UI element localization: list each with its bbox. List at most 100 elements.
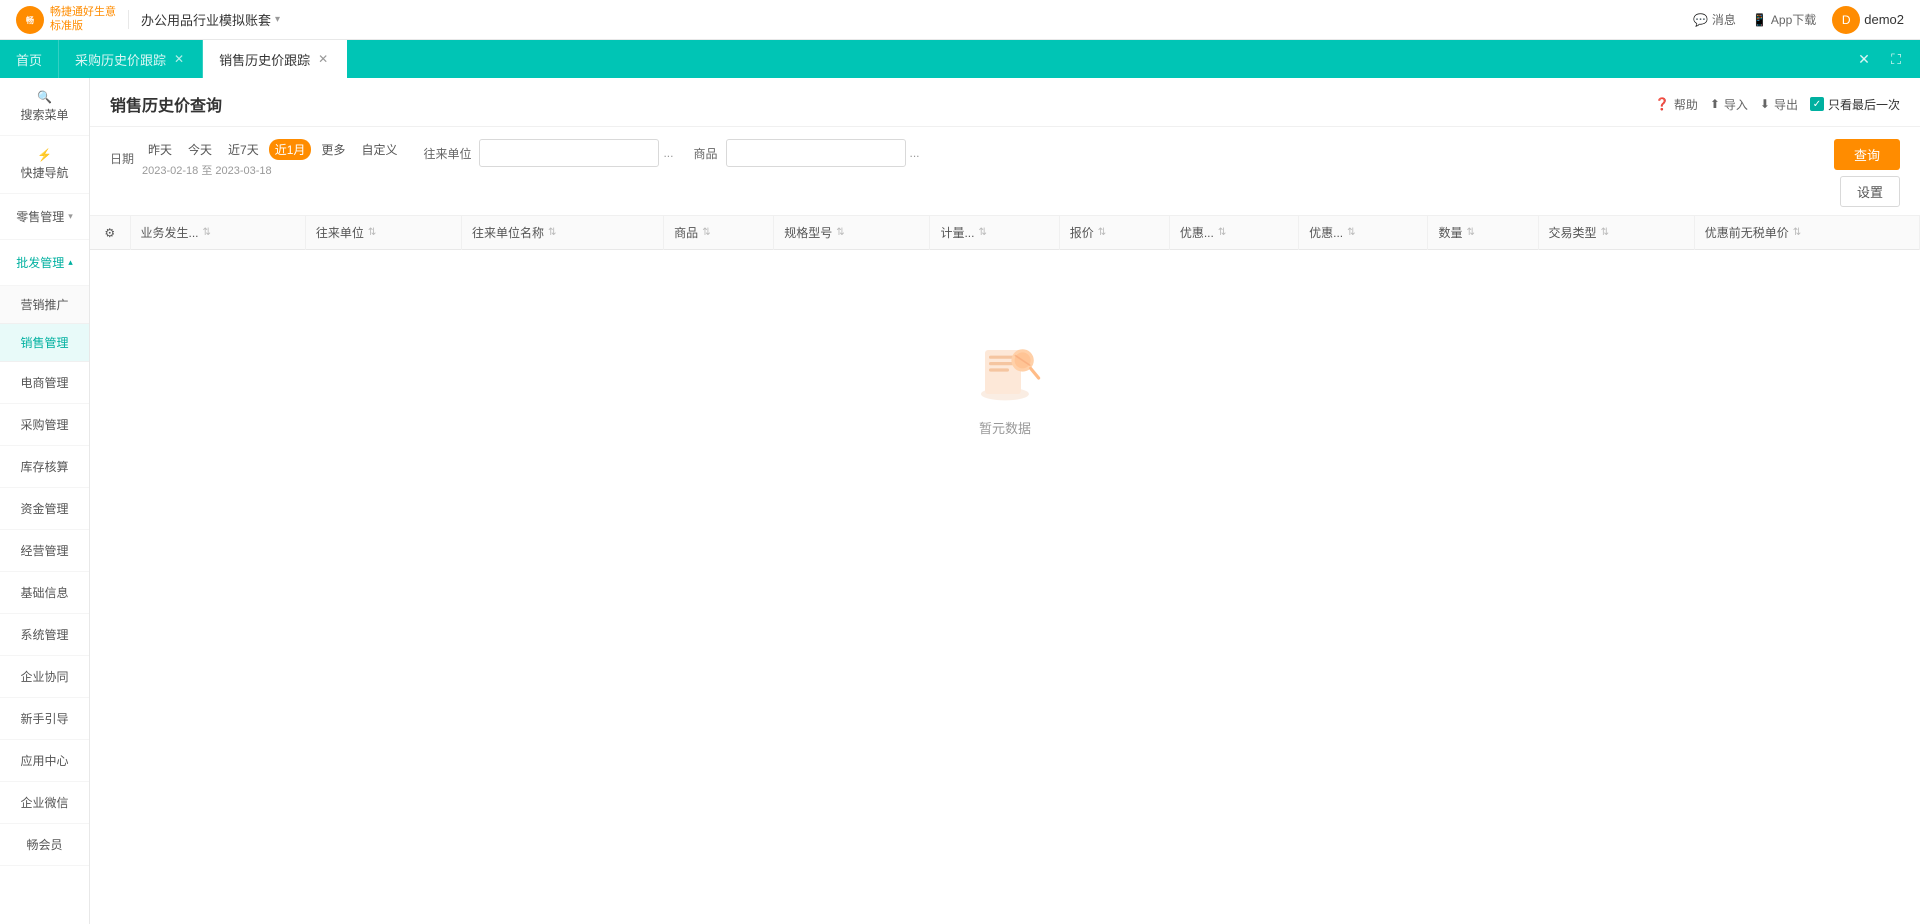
sidebar-item-basic-info[interactable]: 基础信息 (0, 572, 89, 614)
col-pretax-price[interactable]: 优惠前无税单价 ⇅ (1694, 216, 1919, 250)
sidebar-item-purchase[interactable]: 采购管理 (0, 404, 89, 446)
col-biz-date[interactable]: 业务发生... ⇅ (130, 216, 305, 250)
svg-text:畅: 畅 (26, 15, 34, 25)
date-btn-1month[interactable]: 近1月 (269, 139, 312, 160)
date-btn-7days[interactable]: 近7天 (222, 139, 265, 160)
message-btn[interactable]: 💬 消息 (1693, 11, 1736, 28)
sidebar-item-wechat[interactable]: 企业微信 (0, 782, 89, 824)
sidebar-item-operations[interactable]: 经营管理 (0, 530, 89, 572)
col-discount1[interactable]: 优惠... ⇅ (1169, 216, 1298, 250)
col-partner-id-label: 往来单位 (316, 224, 364, 241)
sidebar-item-guide[interactable]: 新手引导 (0, 698, 89, 740)
only-last-checkbox[interactable]: ✓ 只看最后一次 (1810, 96, 1900, 113)
import-icon: ⬆ (1710, 97, 1720, 111)
sidebar-item-sales-mgmt[interactable]: 销售管理 (0, 324, 89, 362)
page-title: 销售历史价查询 (110, 92, 222, 116)
date-btn-yesterday[interactable]: 昨天 (142, 139, 178, 160)
col-trade-type[interactable]: 交易类型 ⇅ (1538, 216, 1694, 250)
import-btn[interactable]: ⬆ 导入 (1710, 96, 1748, 113)
sidebar-item-vip[interactable]: 畅会员 (0, 824, 89, 866)
logo-text: 畅捷通好生意 标准版 (50, 6, 116, 32)
tab-sales-close-icon[interactable]: ✕ (316, 52, 330, 66)
col-quote[interactable]: 报价 ⇅ (1059, 216, 1169, 250)
tab-home[interactable]: 首页 (0, 40, 59, 78)
sidebar-item-marketing[interactable]: 营销推广 (0, 286, 89, 324)
sidebar-vip-label: 畅会员 (26, 836, 62, 853)
date-filter-group: 日期 昨天 今天 近7天 近1月 更多 自定义 2023-02-18 至 202… (110, 139, 403, 178)
app-download-btn[interactable]: 📱 App下载 (1752, 11, 1816, 28)
help-btn[interactable]: ❓ 帮助 (1655, 96, 1698, 113)
close-all-tabs-btn[interactable]: ✕ (1852, 47, 1876, 71)
app-dropdown-icon: ▾ (275, 14, 280, 25)
date-btn-custom[interactable]: 自定义 (355, 139, 403, 160)
sidebar-item-wholesale-mgmt[interactable]: 批发管理 ▴ (0, 240, 89, 286)
page-actions: ❓ 帮助 ⬆ 导入 ⬇ 导出 ✓ 只看最后一次 (1655, 96, 1900, 113)
query-button[interactable]: 查询 (1834, 139, 1900, 170)
product-label: 商品 (693, 145, 717, 162)
date-buttons: 昨天 今天 近7天 近1月 更多 自定义 (142, 139, 403, 160)
sidebar-item-ecommerce[interactable]: 电商管理 (0, 362, 89, 404)
maximize-btn[interactable]: ⛶ (1884, 47, 1908, 71)
sidebar-item-finance[interactable]: 资金管理 (0, 488, 89, 530)
tab-sales-label: 销售历史价跟踪 (219, 50, 310, 69)
product-dots-icon[interactable]: ... (910, 146, 920, 160)
user-area[interactable]: D demo2 (1832, 6, 1904, 34)
sidebar-app-center-label: 应用中心 (20, 752, 68, 769)
col-trade-type-label: 交易类型 (1549, 224, 1597, 241)
col-unit[interactable]: 计量... ⇅ (930, 216, 1059, 250)
sidebar-item-search-menu[interactable]: 🔍 搜索菜单 (0, 78, 89, 136)
sort-quantity-icon: ⇅ (1466, 227, 1474, 238)
sort-unit-icon: ⇅ (978, 227, 986, 238)
wholesale-chevron-icon: ▴ (68, 257, 73, 268)
col-quantity[interactable]: 数量 ⇅ (1428, 216, 1538, 250)
data-table: ⚙ 业务发生... ⇅ 往来单位 (90, 216, 1920, 250)
col-product[interactable]: 商品 ⇅ (664, 216, 774, 250)
app-name-area[interactable]: 办公用品行业模拟账套 ▾ (128, 10, 280, 29)
export-btn[interactable]: ⬇ 导出 (1760, 96, 1798, 113)
col-quote-label: 报价 (1070, 224, 1094, 241)
col-discount1-label: 优惠... (1180, 224, 1214, 241)
checkbox-checked-icon: ✓ (1810, 97, 1824, 111)
sidebar: 🔍 搜索菜单 ⚡ 快捷导航 零售管理 ▾ 批发管理 ▴ 营销推广 销售管理 电商… (0, 78, 90, 924)
sidebar-operations-label: 经营管理 (20, 542, 68, 559)
settings-button[interactable]: 设置 (1840, 176, 1900, 207)
sidebar-item-inventory[interactable]: 库存核算 (0, 446, 89, 488)
top-header: 畅 畅捷通好生意 标准版 办公用品行业模拟账套 ▾ 💬 消息 📱 App下载 D… (0, 0, 1920, 40)
partner-label: 往来单位 (423, 145, 471, 162)
col-settings[interactable]: ⚙ (90, 216, 130, 250)
date-btn-today[interactable]: 今天 (182, 139, 218, 160)
col-partner-id[interactable]: 往来单位 ⇅ (305, 216, 461, 250)
tab-sales-history[interactable]: 销售历史价跟踪 ✕ (203, 40, 347, 78)
col-biz-date-label: 业务发生... (141, 224, 199, 241)
sidebar-guide-label: 新手引导 (20, 710, 68, 727)
date-btn-more[interactable]: 更多 (315, 139, 351, 160)
sort-product-icon: ⇅ (702, 227, 710, 238)
header-left: 畅 畅捷通好生意 标准版 办公用品行业模拟账套 ▾ (16, 6, 280, 34)
col-discount2[interactable]: 优惠... ⇅ (1299, 216, 1428, 250)
sidebar-item-quick-nav[interactable]: ⚡ 快捷导航 (0, 136, 89, 194)
sidebar-item-retail-mgmt[interactable]: 零售管理 ▾ (0, 194, 89, 240)
filter-actions: 查询 设置 (1834, 139, 1900, 207)
partner-input[interactable] (479, 139, 659, 167)
retail-chevron-icon: ▾ (68, 211, 73, 222)
col-spec[interactable]: 规格型号 ⇅ (774, 216, 930, 250)
sidebar-item-app-center[interactable]: 应用中心 (0, 740, 89, 782)
empty-state: 暂元数据 (90, 250, 1920, 517)
col-unit-label: 计量... (940, 224, 974, 241)
tab-purchase-close-icon[interactable]: ✕ (172, 52, 186, 66)
sidebar-enterprise-label: 企业协同 (20, 668, 68, 685)
sidebar-item-system[interactable]: 系统管理 (0, 614, 89, 656)
sidebar-item-enterprise[interactable]: 企业协同 (0, 656, 89, 698)
sort-quote-icon: ⇅ (1098, 227, 1106, 238)
logo-area: 畅 畅捷通好生意 标准版 (16, 6, 116, 34)
col-spec-label: 规格型号 (784, 224, 832, 241)
partner-filter-group: 往来单位 ... (423, 139, 673, 167)
product-filter-group: 商品 ... (693, 139, 919, 167)
col-pretax-price-label: 优惠前无税单价 (1705, 224, 1789, 241)
tab-purchase-history[interactable]: 采购历史价跟踪 ✕ (59, 40, 203, 78)
product-input[interactable] (726, 139, 906, 167)
partner-dots-icon[interactable]: ... (663, 146, 673, 160)
sidebar-wechat-label: 企业微信 (20, 794, 68, 811)
col-partner-name[interactable]: 往来单位名称 ⇅ (461, 216, 663, 250)
content-area: 销售历史价查询 ❓ 帮助 ⬆ 导入 ⬇ 导出 ✓ (90, 78, 1920, 924)
